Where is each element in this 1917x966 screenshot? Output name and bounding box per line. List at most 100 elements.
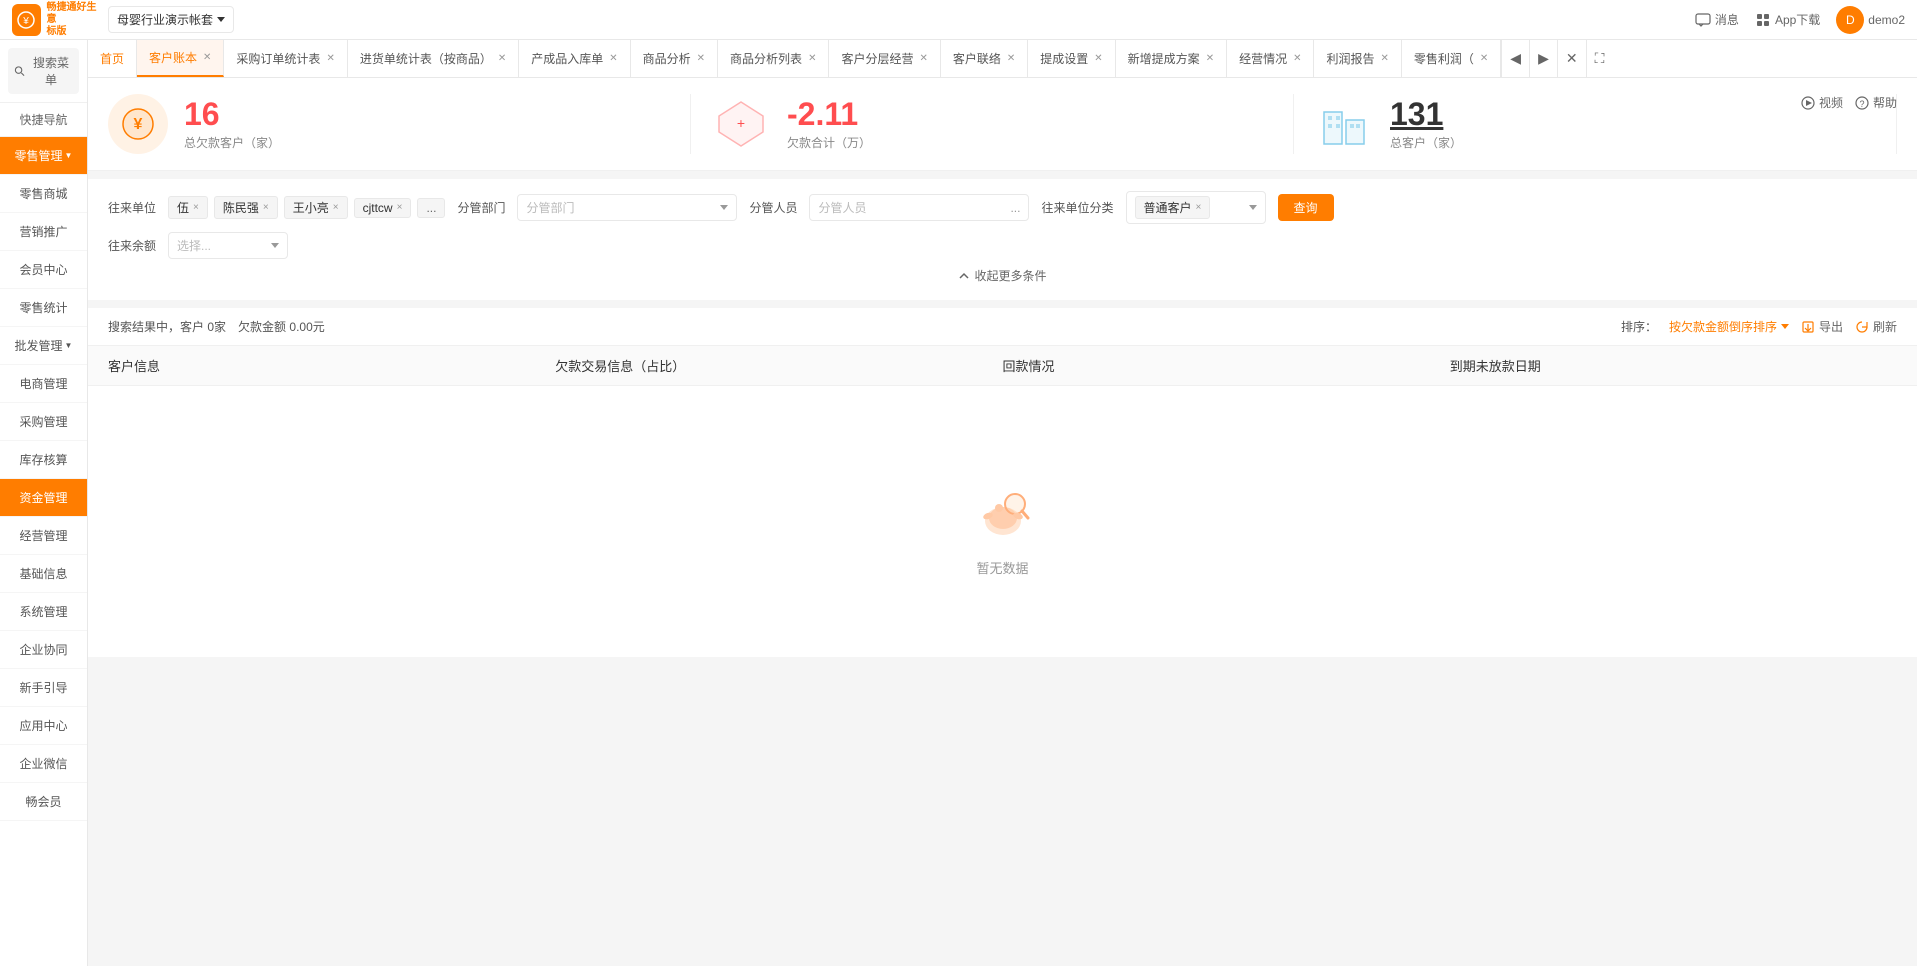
sidebar-item-enterprise-wechat[interactable]: 企业微信 [0,745,87,783]
tab-close-icon[interactable]: ✕ [919,53,927,64]
sidebar-item-marketing[interactable]: 营销推广 [0,213,87,251]
stat-icon-diamond: + [711,94,771,154]
message-label: 消息 [1715,11,1739,28]
tab-customer-contact[interactable]: 客户联络 ✕ [941,40,1028,77]
tab-goods-analysis[interactable]: 商品分析 ✕ [631,40,718,77]
sidebar-item-base-info[interactable]: 基础信息 [0,555,87,593]
sidebar-item-ecommerce[interactable]: 电商管理 [0,365,87,403]
tab-new-reminder[interactable]: 新增提成方案 ✕ [1116,40,1227,77]
filter-tag-wu[interactable]: 伍 × [168,196,208,219]
tab-close-icon[interactable]: ✕ [808,53,816,64]
tab-next-button[interactable]: ▶ [1529,40,1557,77]
filter-tag-wang[interactable]: 王小亮 × [284,196,348,219]
dept-select[interactable]: 分管部门 [517,194,737,221]
person-select[interactable]: 分管人员 ... [809,194,1029,221]
tab-purchase-order[interactable]: 采购订单统计表 ✕ [224,40,347,77]
search-prefix: 搜索结果中，客户 [108,320,204,334]
tab-cost-instock[interactable]: 产成品入库单 ✕ [519,40,630,77]
tab-close-icon[interactable]: ✕ [1480,53,1488,64]
sidebar-item-finance[interactable]: 资金管理 [0,479,87,517]
sidebar-item-label: 零售管理 [15,147,63,164]
tag-close-icon[interactable]: × [1196,202,1202,213]
sidebar-item-label: 系统管理 [19,605,67,619]
tab-prev-button[interactable]: ◀ [1501,40,1529,77]
collapse-icon [958,270,970,282]
sidebar-item-member-center[interactable]: 会员中心 [0,251,87,289]
remainder-label: 往来余额 [108,237,156,254]
tab-close-icon[interactable]: ✕ [498,53,506,64]
remainder-select[interactable]: 选择... [168,232,288,259]
sidebar-item-operation[interactable]: 经营管理 [0,517,87,555]
tab-expand-button[interactable]: ⛶ [1586,40,1613,77]
query-button[interactable]: 查询 [1278,194,1334,221]
user-menu[interactable]: D demo2 [1836,6,1905,34]
tab-goods-analysis-list[interactable]: 商品分析列表 ✕ [718,40,829,77]
message-button[interactable]: 消息 [1695,11,1739,28]
tab-close-icon[interactable]: ✕ [1381,53,1389,64]
app-download-button[interactable]: App下载 [1755,11,1820,28]
tab-close-icon[interactable]: ✕ [1007,53,1015,64]
export-button[interactable]: 导出 [1801,318,1843,335]
stat-owed-customers-label: 总欠款客户（家） [184,134,280,151]
company-selector[interactable]: 母婴行业演示帐套 [108,6,234,33]
sidebar-item-app-center[interactable]: 应用中心 [0,707,87,745]
sort-select[interactable]: 按欠款金额倒序排序 [1669,318,1789,335]
svg-text:+: + [737,115,745,131]
tag-close-icon[interactable]: × [193,202,199,213]
tab-profit-report[interactable]: 利润报告 ✕ [1314,40,1401,77]
sidebar-item-batch-mgmt[interactable]: 批发管理 ▼ [0,327,87,365]
more-person-icon[interactable]: ... [1010,201,1020,215]
col-owed-info: 欠款交易信息（占比） [555,356,1002,375]
filter-tags-unit: 伍 × 陈民强 × 王小亮 × cjttcw × [168,196,445,219]
tab-instock-stat[interactable]: 进货单统计表（按商品） ✕ [348,40,519,77]
tab-close-icon[interactable]: ✕ [697,53,705,64]
sidebar-item-inventory[interactable]: 库存核算 [0,441,87,479]
logo-area: ¥ 畅捷通好生意 标版 [12,2,100,38]
sidebar-item-retail-mall[interactable]: 零售商城 [0,175,87,213]
refresh-button[interactable]: 刷新 [1855,318,1897,335]
chevron-down-icon [1249,205,1257,210]
tab-home[interactable]: 首页 [88,40,137,77]
sidebar-item-vip-member[interactable]: 畅会员 [0,783,87,821]
sidebar-item-system[interactable]: 系统管理 [0,593,87,631]
tab-remind-settings[interactable]: 提成设置 ✕ [1028,40,1115,77]
search-menu-button[interactable]: 搜索菜单 [8,48,79,94]
data-table: 客户信息 欠款交易信息（占比） 回款情况 到期未放款日期 [88,346,1917,657]
sidebar-item-enterprise-collab[interactable]: 企业协同 [0,631,87,669]
sidebar-item-label: 会员中心 [19,263,67,277]
tab-retail-profit[interactable]: 零售利润（ ✕ [1402,40,1501,77]
tab-operation-status[interactable]: 经营情况 ✕ [1227,40,1314,77]
video-link[interactable]: 视频 [1801,94,1843,111]
tab-customer-tier[interactable]: 客户分层经营 ✕ [829,40,940,77]
tab-close-icon[interactable]: ✕ [1094,53,1102,64]
filter-tag-chen[interactable]: 陈民强 × [214,196,278,219]
sidebar-item-retail-stat[interactable]: 零售统计 [0,289,87,327]
tag-close-icon[interactable]: × [333,202,339,213]
tab-close-icon[interactable]: ✕ [203,52,211,63]
tag-close-icon[interactable]: × [263,202,269,213]
tab-label: 客户账本 [149,49,197,66]
tag-close-icon[interactable]: × [397,202,403,213]
empty-icon [963,466,1043,546]
help-icon: ? [1855,96,1869,110]
filter-tag-cjttcw[interactable]: cjttcw × [354,198,412,218]
tab-customer-capital[interactable]: 客户账本 ✕ [137,40,224,77]
filter-tag-more[interactable]: ... [417,198,445,218]
quick-nav-button[interactable]: 快捷导航 [0,103,87,137]
tab-close-icon[interactable]: ✕ [1206,53,1214,64]
sidebar-search-area: 搜索菜单 [0,40,87,103]
sidebar-item-new-guide[interactable]: 新手引导 [0,669,87,707]
tab-close-icon[interactable]: ✕ [326,53,334,64]
tab-close-icon[interactable]: ✕ [1293,53,1301,64]
sidebar-item-purchase[interactable]: 采购管理 [0,403,87,441]
tab-close-all-button[interactable]: ✕ [1557,40,1586,77]
quick-nav-label: 快捷导航 [19,113,67,127]
collapse-filter-button[interactable]: 收起更多条件 [958,267,1046,284]
sidebar-item-retail-mgmt[interactable]: 零售管理 ▼ [0,137,87,175]
unit-class-tag[interactable]: 普通客户 × [1135,196,1211,219]
app-icon [1755,12,1771,28]
help-link[interactable]: ? 帮助 [1855,94,1897,111]
sidebar-item-label: 基础信息 [19,567,67,581]
tab-close-icon[interactable]: ✕ [609,53,617,64]
unit-class-select[interactable]: 普通客户 × [1126,191,1266,224]
